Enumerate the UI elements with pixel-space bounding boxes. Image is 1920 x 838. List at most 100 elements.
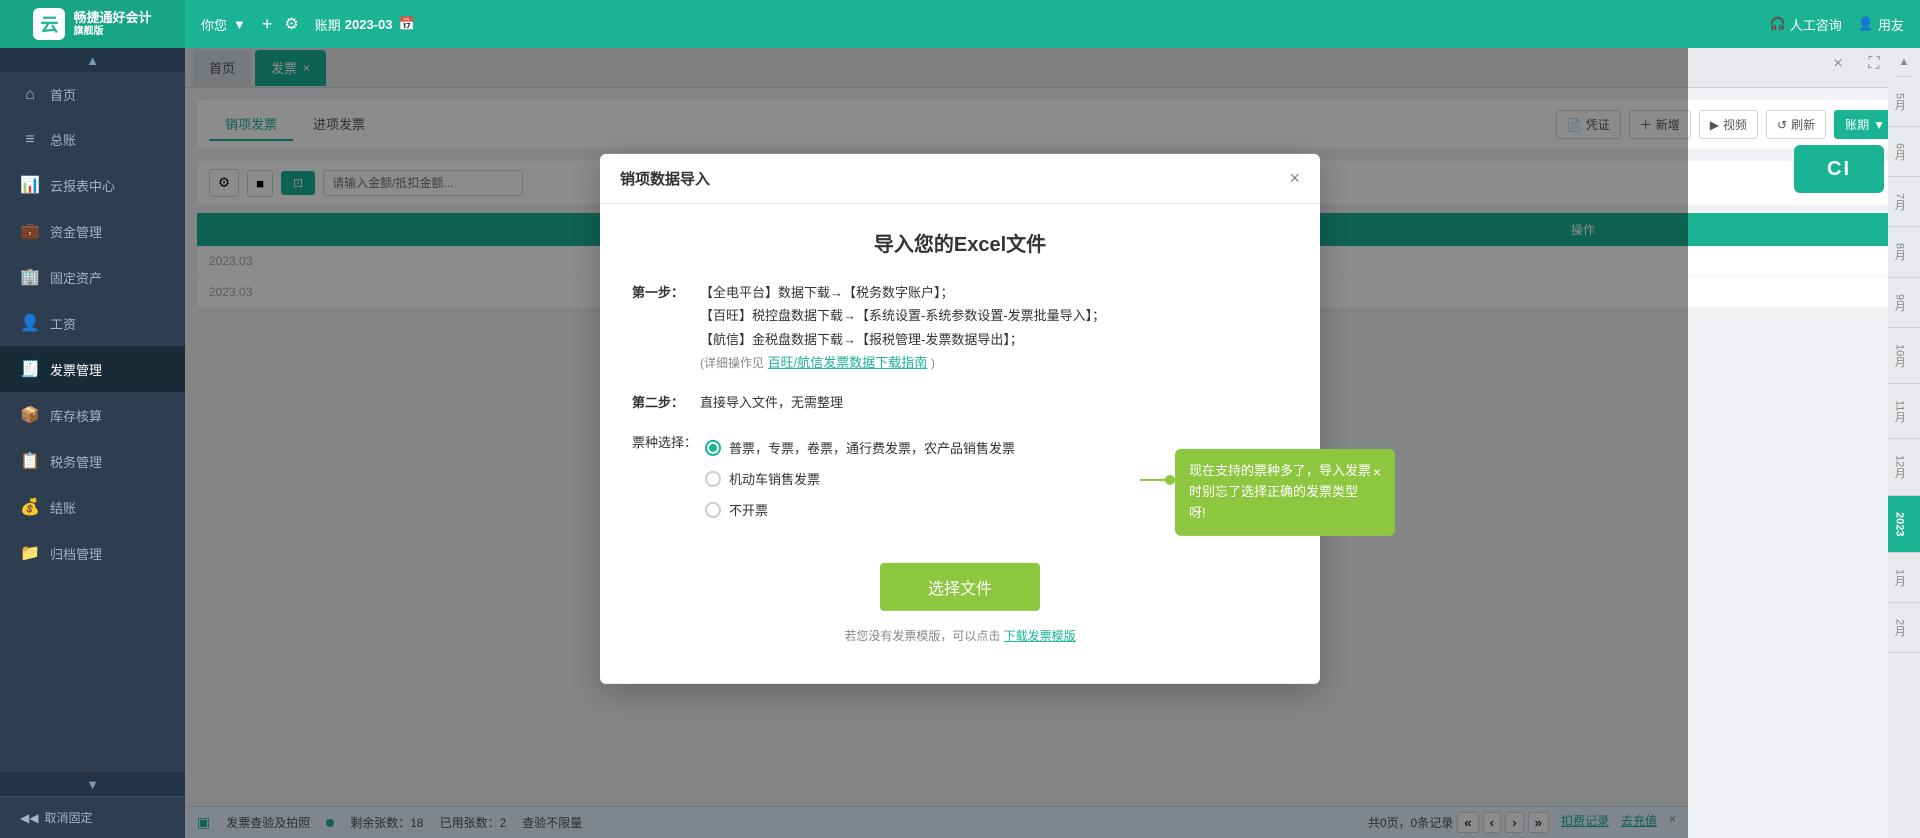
rs-month-12[interactable]: 12月 (1888, 439, 1920, 495)
rs-month-6[interactable]: 6月 (1888, 127, 1920, 177)
sidebar-item-fund[interactable]: 💼 资金管理 (0, 208, 185, 254)
pin-icon: ◀◀ (20, 811, 38, 825)
step1-link[interactable]: 百旺/航信发票数据下载指南 (768, 355, 928, 370)
sidebar-item-inventory[interactable]: 📦 库存核算 (0, 392, 185, 438)
radio-item-2[interactable]: 机动车销售发票 × 现在支持的票种多了，导入发票时别忘了选择正确的发票类型呀! (705, 469, 1015, 488)
refresh-button[interactable]: ↺ 刷新 (1766, 110, 1826, 139)
dialog-close-button[interactable]: × (1289, 168, 1300, 189)
user-icon: 👤 (1858, 16, 1874, 32)
sidebar-scroll: ⌂ 首页 ≡ 总账 📊 云报表中心 💼 资金管理 🏢 固定资产 👤 工资 🧾 发… (0, 72, 185, 772)
sidebar-label-settle: 结账 (50, 498, 76, 517)
dialog-header: 销项数据导入 × (600, 154, 1320, 204)
sidebar-item-settle[interactable]: 💰 结账 (0, 484, 185, 530)
top-bar: 云 畅捷通好会计 旗舰版 你您 ▼ + ⚙ 账期 2023-03 📅 🎧 人工咨… (0, 0, 1920, 48)
sidebar-label-invoice: 发票管理 (50, 360, 102, 379)
video-icon: ▶ (1710, 118, 1719, 132)
video-button[interactable]: ▶ 视频 (1699, 110, 1758, 139)
refresh-icon: ↺ (1777, 118, 1787, 132)
window-close-button[interactable]: × (1824, 50, 1852, 78)
user-button[interactable]: 👤 用友 (1858, 15, 1904, 34)
step1-row: 第一步： 【全电平台】数据下载→【税务数字账户】； 【百旺】税控盘数据下载→【系… (632, 281, 1288, 375)
app-edition: 旗舰版 (73, 26, 151, 38)
dialog-body: 导入您的Excel文件 第一步： 【全电平台】数据下载→【税务数字账户】； 【百… (600, 204, 1320, 684)
tooltip-close-button[interactable]: × (1373, 461, 1381, 483)
company-name: 你您 (201, 15, 227, 34)
radio-item-1[interactable]: 普票，专票，卷票，通行费发票，农产品销售发票 (705, 438, 1015, 457)
rs-month-5[interactable]: 5月 (1888, 77, 1920, 127)
top-bar-right: 🎧 人工咨询 👤 用友 (1770, 15, 1920, 34)
headset-icon: 🎧 (1770, 16, 1786, 32)
ledger-icon: ≡ (20, 131, 40, 149)
tooltip-connector (1140, 479, 1170, 481)
window-maximize-button[interactable]: ⛶ (1860, 50, 1888, 78)
radio-circle-1 (705, 440, 721, 456)
download-template-link[interactable]: 下载发票模版 (1004, 629, 1076, 643)
step1-note: (详细操作见 百旺/航信发票数据下载指南 ) (700, 351, 1105, 375)
period-value: 2023-03 (345, 17, 393, 32)
sidebar-item-tax[interactable]: 📋 税务管理 (0, 438, 185, 484)
rs-up-arrow[interactable]: ▲ (1895, 48, 1914, 77)
add-button[interactable]: + (262, 14, 273, 35)
sidebar-label-salary: 工资 (50, 314, 76, 333)
rs-month-9[interactable]: 9月 (1888, 278, 1920, 328)
sidebar-label-inventory: 库存核算 (50, 406, 102, 425)
company-dropdown-icon[interactable]: ▼ (233, 17, 246, 32)
step1-content: 【全电平台】数据下载→【税务数字账户】； 【百旺】税控盘数据下载→【系统设置-系… (700, 281, 1105, 375)
radio-item-3[interactable]: 不开票 (705, 500, 1015, 519)
settings-icon[interactable]: ⚙ (284, 14, 298, 34)
sidebar-label-report: 云报表中心 (50, 176, 115, 195)
period-label: 账期 (315, 15, 341, 34)
rs-month-11[interactable]: 11月 (1888, 384, 1920, 439)
sidebar-item-report[interactable]: 📊 云报表中心 (0, 162, 185, 208)
step2-row: 第二步： 直接导入文件，无需整理 (632, 391, 1288, 414)
archive-icon: 📁 (20, 543, 40, 563)
period-dropdown-button[interactable]: 账期 ▼ (1834, 110, 1896, 139)
step1-line3: 【航信】金税盘数据下载→【报税管理-发票数据导出】； (700, 328, 1105, 351)
tax-icon: 📋 (20, 451, 40, 471)
step1-line1: 【全电平台】数据下载→【税务数字账户】； (700, 281, 1105, 304)
salary-icon: 👤 (20, 313, 40, 333)
sidebar-item-salary[interactable]: 👤 工资 (0, 300, 185, 346)
rs-month-8[interactable]: 8月 (1888, 227, 1920, 277)
sidebar-label-archive: 归档管理 (50, 544, 102, 563)
scroll-down-arrow[interactable]: ▼ (0, 772, 185, 796)
radio-circle-3 (705, 502, 721, 518)
sidebar-unpin-button[interactable]: ◀◀ 取消固定 (0, 796, 185, 838)
rs-month-1[interactable]: 1月 (1888, 553, 1920, 603)
import-dialog: 销项数据导入 × 导入您的Excel文件 第一步： 【全电平台】数据下载→【税务… (600, 154, 1320, 684)
fund-icon: 💼 (20, 221, 40, 241)
sidebar-item-invoice[interactable]: 🧾 发票管理 (0, 346, 185, 392)
report-icon: 📊 (20, 175, 40, 195)
sidebar-item-archive[interactable]: 📁 归档管理 (0, 530, 185, 576)
top-bar-center: 你您 ▼ + ⚙ 账期 2023-03 📅 (185, 14, 1770, 35)
sidebar-item-home[interactable]: ⌂ 首页 (0, 72, 185, 117)
fixed-icon: 🏢 (20, 267, 40, 287)
rs-month-2[interactable]: 2月 (1888, 603, 1920, 653)
step1-label: 第一步： (632, 281, 692, 375)
window-controls: × ⛶ (1824, 50, 1888, 78)
tooltip-bubble: × 现在支持的票种多了，导入发票时别忘了选择正确的发票类型呀! (1175, 449, 1395, 535)
rs-month-10[interactable]: 10月 (1888, 328, 1920, 384)
dialog-footer: 若您没有发票模版，可以点击 下载发票模版 (632, 627, 1288, 652)
scroll-up-arrow[interactable]: ▲ (0, 48, 185, 72)
ticket-label: 票种选择： (632, 432, 697, 451)
app-logo: 云 畅捷通好会计 旗舰版 (0, 0, 185, 48)
sidebar-item-ledger[interactable]: ≡ 总账 (0, 117, 185, 162)
dialog-title: 销项数据导入 (620, 168, 710, 189)
sidebar-label-fund: 资金管理 (50, 222, 102, 241)
select-file-button[interactable]: 选择文件 (880, 563, 1040, 611)
period-dropdown-icon: ▼ (1873, 118, 1885, 132)
calendar-icon[interactable]: 📅 (398, 16, 414, 32)
consult-button[interactable]: 🎧 人工咨询 (1770, 15, 1842, 34)
sidebar: ▲ ⌂ 首页 ≡ 总账 📊 云报表中心 💼 资金管理 🏢 固定资产 👤 工资 🧾… (0, 48, 185, 838)
rs-year-2023[interactable]: 2023 (1888, 496, 1920, 553)
step2-content: 直接导入文件，无需整理 (700, 391, 843, 414)
sidebar-item-fixed[interactable]: 🏢 固定资产 (0, 254, 185, 300)
user-avatar: CI (1794, 145, 1884, 193)
sidebar-label-home: 首页 (50, 85, 76, 104)
settle-icon: 💰 (20, 497, 40, 517)
rs-month-7[interactable]: 7月 (1888, 177, 1920, 227)
sidebar-label-tax: 税务管理 (50, 452, 102, 471)
dialog-main-title: 导入您的Excel文件 (632, 228, 1288, 257)
logo-icon: 云 (33, 8, 65, 40)
